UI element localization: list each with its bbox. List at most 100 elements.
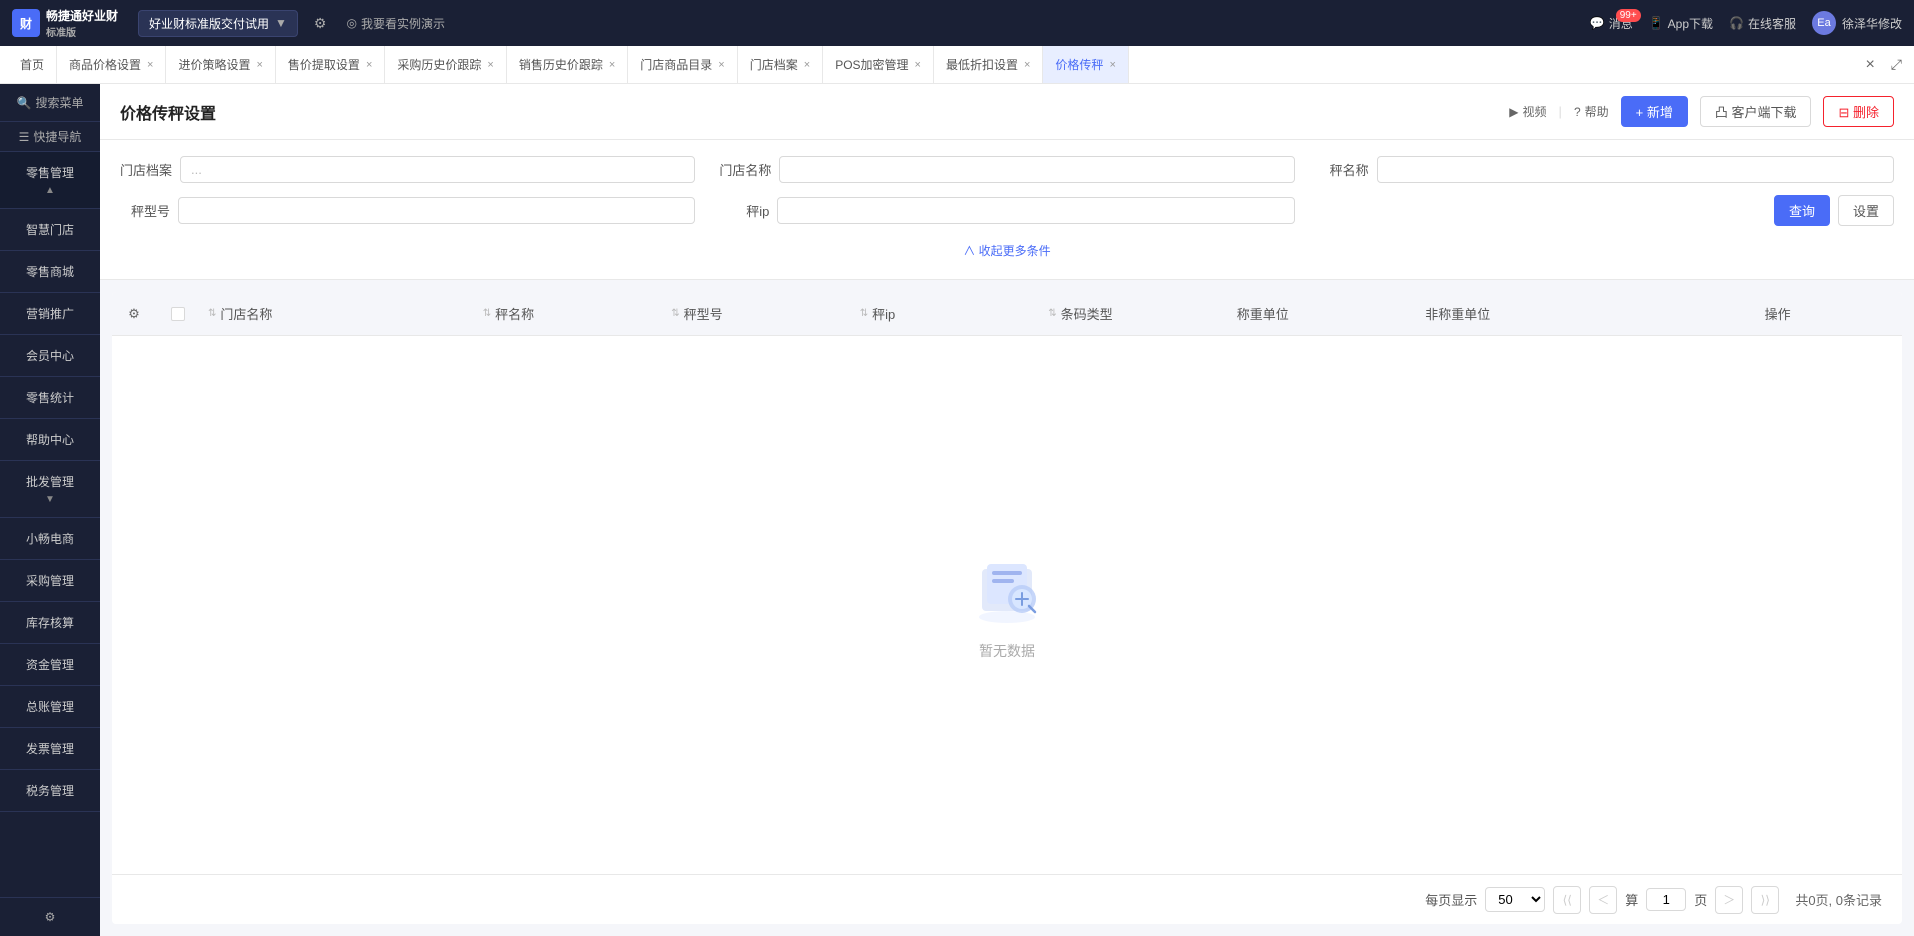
last-page-button[interactable]: ⟩⟩ — [1751, 886, 1779, 914]
select-all-checkbox[interactable] — [156, 307, 200, 321]
close-icon[interactable]: × — [718, 59, 724, 71]
page-number-input[interactable] — [1646, 888, 1686, 911]
main-layout: 🔍 搜索菜单 ☰ 快捷导航 零售管理 ▲ 智慧门店 零售商城 营销推广 会员中心… — [0, 84, 1914, 936]
tab-bar-controls: × ⤢ — [1861, 56, 1906, 74]
sidebar-item-tax[interactable]: 税务管理 — [0, 770, 100, 812]
sidebar-item-ledger[interactable]: 总账管理 — [0, 686, 100, 728]
store-name-input[interactable] — [779, 156, 1294, 183]
sidebar-item-inventory[interactable]: 库存核算 — [0, 602, 100, 644]
download-button[interactable]: 凸 客户端下载 — [1700, 96, 1812, 127]
sidebar-item-wholesale[interactable]: 批发管理 ▼ — [0, 461, 100, 518]
filter-row-1: 门店档案 ... 门店名称 秤名称 — [120, 156, 1894, 183]
close-icon[interactable]: × — [1024, 59, 1030, 71]
tab-store-catalog[interactable]: 门店商品目录 × — [628, 46, 737, 84]
sidebar-item-retail[interactable]: 零售管理 ▲ — [0, 152, 100, 209]
close-icon[interactable]: × — [609, 59, 615, 71]
next-page-button[interactable]: ＞ — [1715, 886, 1743, 914]
sidebar-settings-button[interactable]: ⚙ — [0, 897, 100, 936]
sidebar-item-member[interactable]: 会员中心 — [0, 335, 100, 377]
scale-model-input[interactable] — [178, 197, 695, 224]
filter-buttons: 查询 设置 — [1319, 195, 1894, 226]
scale-name-input[interactable] — [1377, 156, 1894, 183]
app-download-button[interactable]: 📱 App下载 — [1649, 15, 1713, 32]
online-service-button[interactable]: 🎧 在线客服 — [1729, 15, 1796, 32]
tab-purchase-history[interactable]: 采购历史价跟踪 × — [385, 46, 506, 84]
filter-row-2: 秤型号 秤ip 查询 设置 — [120, 195, 1894, 226]
close-icon[interactable]: × — [487, 59, 493, 71]
service-icon: 🎧 — [1729, 16, 1744, 30]
filter-store-archive: 门店档案 ... — [120, 156, 695, 183]
first-page-button[interactable]: ⟨⟨ — [1553, 886, 1581, 914]
col-weight-unit: 称重单位 — [1229, 304, 1418, 323]
message-icon: 💬 — [1590, 16, 1605, 30]
nav-icon: ☰ — [19, 130, 30, 144]
sidebar-item-marketing[interactable]: 营销推广 — [0, 293, 100, 335]
page-info: 共0页, 0条记录 — [1795, 890, 1882, 909]
version-dropdown[interactable]: 好业财标准版交付试用 ▼ — [138, 10, 298, 37]
search-icon: 🔍 — [17, 96, 32, 110]
close-icon[interactable]: × — [256, 59, 262, 71]
sidebar-item-purchase[interactable]: 采购管理 — [0, 560, 100, 602]
delete-button[interactable]: ⊟ 删除 — [1823, 96, 1894, 127]
tab-home[interactable]: 首页 — [8, 46, 57, 84]
table-area: ⚙ ⇅ 门店名称 ⇅ 秤名称 ⇅ 秤型号 ⇅ 秤ip — [112, 292, 1902, 924]
close-all-icon[interactable]: × — [1861, 56, 1878, 74]
sidebar-item-retail-mall[interactable]: 零售商城 — [0, 251, 100, 293]
tab-sale-history[interactable]: 销售历史价跟踪 × — [507, 46, 628, 84]
page-size-select[interactable]: 50 10 20 100 — [1485, 887, 1545, 912]
query-button[interactable]: 查询 — [1774, 195, 1830, 226]
tab-min-discount[interactable]: 最低折扣设置 × — [934, 46, 1043, 84]
sidebar-item-help[interactable]: 帮助中心 — [0, 419, 100, 461]
store-archive-select[interactable]: ... — [180, 156, 695, 183]
top-bar-right: 💬 消息 99+ 📱 App下载 🎧 在线客服 Ea 徐泽华修改 — [1590, 11, 1902, 35]
close-icon[interactable]: × — [147, 59, 153, 71]
scale-ip-input[interactable] — [777, 197, 1294, 224]
sidebar-item-smart-store[interactable]: 智慧门店 — [0, 209, 100, 251]
col-operation: 操作 — [1757, 304, 1902, 323]
setup-button[interactable]: 设置 — [1838, 195, 1894, 226]
collapse-button[interactable]: ∧ 收起更多条件 — [963, 238, 1050, 263]
user-menu[interactable]: Ea 徐泽华修改 — [1812, 11, 1902, 35]
col-scale-model: ⇅ 秤型号 — [663, 304, 852, 323]
filter-area: 门店档案 ... 门店名称 秤名称 秤型号 — [100, 140, 1914, 280]
tab-pos-encrypt[interactable]: POS加密管理 × — [823, 46, 934, 84]
close-icon[interactable]: × — [366, 59, 372, 71]
chevron-down-icon: ▼ — [45, 494, 55, 505]
sidebar: 🔍 搜索菜单 ☰ 快捷导航 零售管理 ▲ 智慧门店 零售商城 营销推广 会员中心… — [0, 84, 100, 936]
filter-scale-ip: 秤ip — [719, 197, 1294, 224]
logo-icon: 财 — [12, 9, 40, 37]
help-link[interactable]: ? 帮助 — [1574, 103, 1609, 120]
sidebar-item-retail-stat[interactable]: 零售统计 — [0, 377, 100, 419]
sidebar-item-xiao-chang[interactable]: 小畅电商 — [0, 518, 100, 560]
col-scale-ip: ⇅ 秤ip — [852, 304, 1041, 323]
tab-price-scale[interactable]: 价格传秤 × — [1043, 46, 1128, 84]
sort-icon: ⇅ — [483, 308, 491, 319]
tab-product-price[interactable]: 商品价格设置 × — [57, 46, 166, 84]
expand-icon[interactable]: ⤢ — [1887, 56, 1906, 73]
prev-page-button[interactable]: ＜ — [1589, 886, 1617, 914]
sidebar-item-invoice[interactable]: 发票管理 — [0, 728, 100, 770]
tab-purchase-strategy[interactable]: 进价策略设置 × — [166, 46, 275, 84]
sidebar-quick-nav[interactable]: ☰ 快捷导航 — [0, 122, 100, 152]
sort-icon: ⇅ — [671, 308, 679, 319]
message-button[interactable]: 💬 消息 99+ — [1590, 15, 1633, 32]
video-link[interactable]: ▶ 视频 — [1509, 103, 1546, 120]
close-icon[interactable]: × — [1109, 59, 1115, 71]
dropdown-arrow-icon: ▼ — [275, 16, 287, 30]
close-icon[interactable]: × — [915, 59, 921, 71]
col-store-name: ⇅ 门店名称 — [200, 304, 475, 323]
gear-icon[interactable]: ⚙ — [314, 15, 327, 32]
demo-button[interactable]: ◎ 我要看实例演示 — [346, 15, 445, 32]
sidebar-search-button[interactable]: 🔍 搜索菜单 — [0, 84, 100, 122]
col-barcode-type: ⇅ 条码类型 — [1040, 304, 1229, 323]
close-icon[interactable]: × — [804, 59, 810, 71]
tab-sale-extract[interactable]: 售价提取设置 × — [276, 46, 385, 84]
column-settings-icon[interactable]: ⚙ — [112, 306, 156, 322]
sidebar-item-finance[interactable]: 资金管理 — [0, 644, 100, 686]
page-header: 价格传秤设置 ▶ 视频 | ? 帮助 + 新增 凸 客户端下载 ⊟ 删除 — [100, 84, 1914, 140]
logo-text: 畅捷通好业财 标准版 — [46, 7, 118, 39]
table-body: 暂无数据 — [112, 336, 1902, 874]
add-button[interactable]: + 新增 — [1621, 96, 1688, 127]
tab-store-archive[interactable]: 门店档案 × — [738, 46, 823, 84]
app-icon: 📱 — [1649, 16, 1664, 30]
